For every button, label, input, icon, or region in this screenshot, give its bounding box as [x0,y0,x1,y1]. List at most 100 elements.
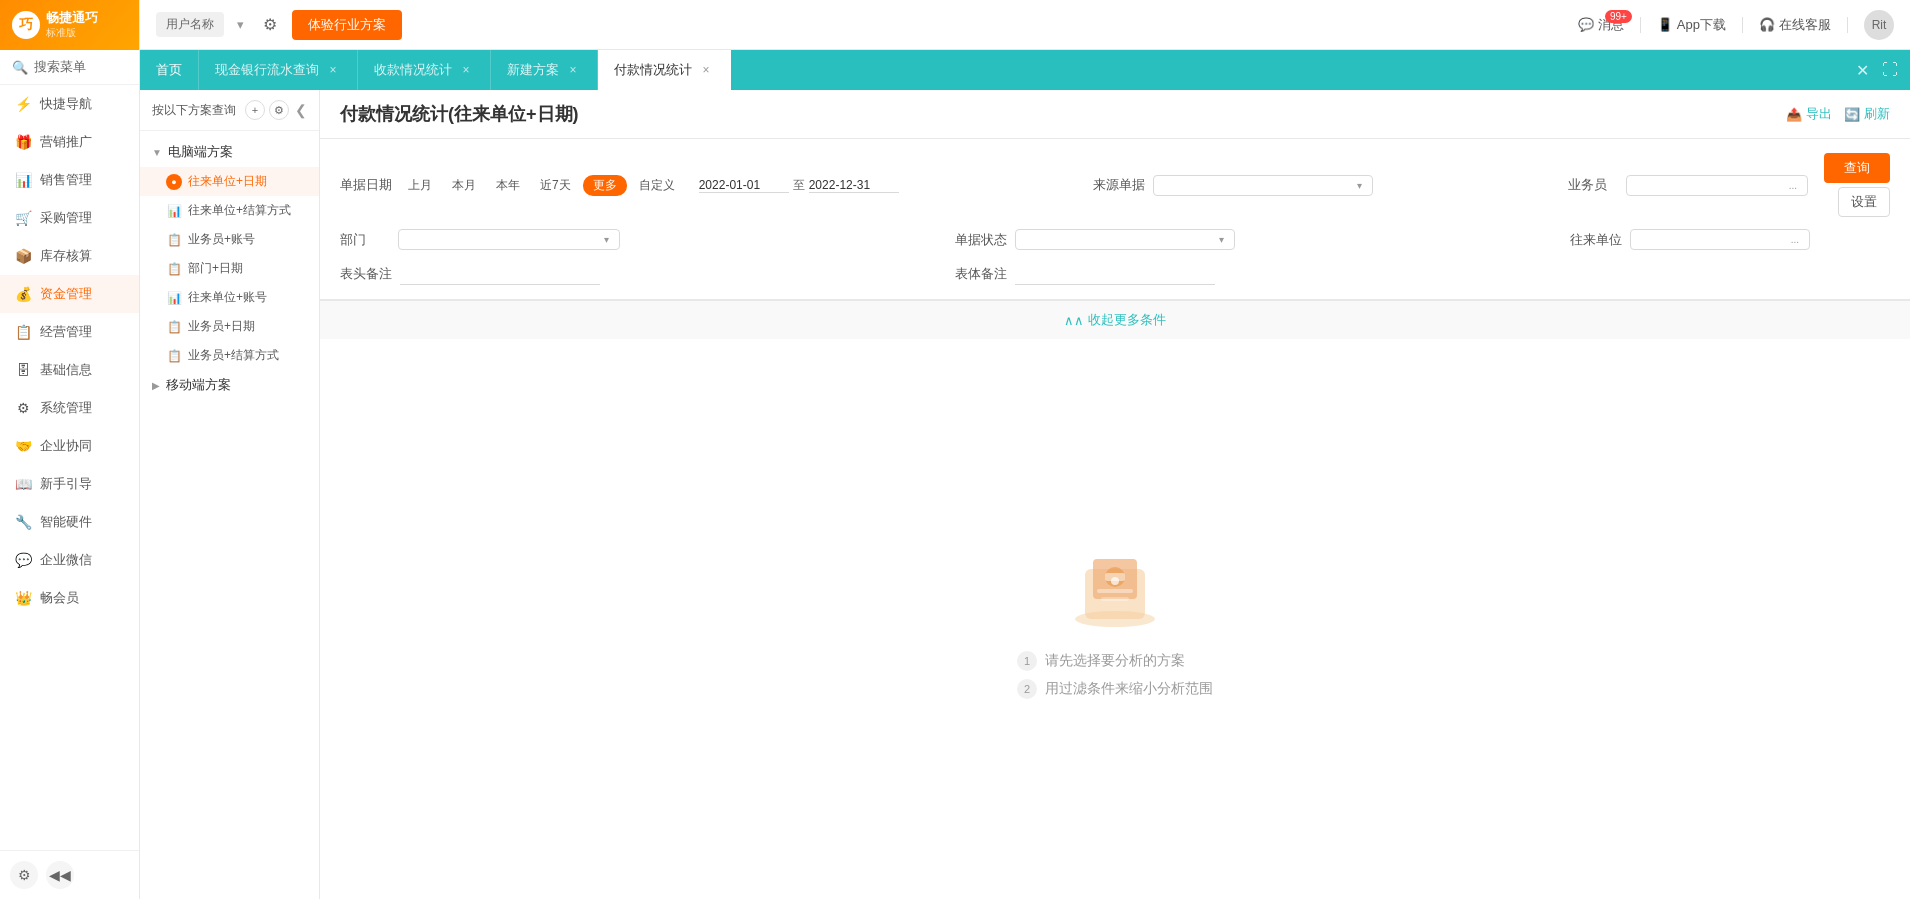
tabbar-controls: ✕ ⛶ [1842,50,1910,90]
sidebar-item-guide[interactable]: 📖新手引导 [0,465,139,503]
collapse-label: 收起更多条件 [1088,311,1166,329]
scheme-panel-header: 按以下方案查询 + ⚙ ❮ [140,90,319,131]
refresh-btn[interactable]: 🔄 刷新 [1844,105,1890,123]
tab-bank-close[interactable]: × [325,62,341,78]
date-opt-custom[interactable]: 自定义 [631,175,683,196]
tab-collect-close[interactable]: × [458,62,474,78]
query-btn[interactable]: 查询 [1824,153,1890,183]
tab-bank[interactable]: 现金银行流水查询 × [199,50,358,90]
date-opt-more[interactable]: 更多 [583,175,627,196]
svg-rect-6 [1101,597,1129,601]
sidebar-icon-guide: 📖 [14,475,32,493]
scheme-item-0[interactable]: ● 往来单位+日期 [140,167,319,196]
date-opt-last-month[interactable]: 上月 [400,175,440,196]
tab-collect[interactable]: 收款情况统计 × [358,50,491,90]
topbar-gear-btn[interactable]: ⚙ [256,11,284,39]
partner-select[interactable]: ... [1630,229,1810,250]
scheme-desktop-group-header[interactable]: ▼ 电脑端方案 [140,137,319,167]
body-note-label: 表体备注 [955,265,1007,283]
scheme-add-btn[interactable]: + [245,100,265,120]
settings-footer-btn[interactable]: ⚙ [10,861,38,889]
doc-status-label: 单据状态 [955,231,1007,249]
scheme-item-1[interactable]: 📊 往来单位+结算方式 [140,196,319,225]
scheme-item-5[interactable]: 📋 业务员+日期 [140,312,319,341]
sidebar-item-basic[interactable]: 🗄基础信息 [0,351,139,389]
sidebar-item-purchase[interactable]: 🛒采购管理 [0,199,139,237]
sidebar-icon-business: 📋 [14,323,32,341]
message-icon: 💬 [1578,17,1594,32]
tab-new-plan-close[interactable]: × [565,62,581,78]
scheme-settings-btn[interactable]: ⚙ [269,100,289,120]
tab-close-all-btn[interactable]: ✕ [1850,58,1874,82]
sidebar-item-enterprise[interactable]: 🤝企业协同 [0,427,139,465]
trial-btn[interactable]: 体验行业方案 [292,10,402,40]
sidebar-item-business[interactable]: 📋 经营管理 [0,313,139,351]
doc-status-select[interactable]: ▾ [1015,229,1235,250]
scheme-item-label-2: 业务员+账号 [188,231,255,248]
scheme-item-3[interactable]: 📋 部门+日期 [140,254,319,283]
dept-select[interactable]: ▾ [398,229,620,250]
sidebar-icon-shortcut: ⚡ [14,95,32,113]
sidebar-item-system[interactable]: ⚙系统管理 [0,389,139,427]
sidebar-item-inventory[interactable]: 📦库存核算 [0,237,139,275]
avatar[interactable]: Rit [1864,10,1894,40]
export-btn[interactable]: 📤 导出 [1786,105,1832,123]
date-range-end[interactable] [809,178,899,193]
sidebar-item-hardware[interactable]: 🔧智能硬件 [0,503,139,541]
filter-area: 单据日期 上月 本月 本年 近7天 更多 自定义 至 [320,139,1910,300]
scheme-item-label-4: 往来单位+账号 [188,289,267,306]
app-name-area: 畅捷通巧 标准版 [46,10,98,40]
sidebar-item-wechat[interactable]: 💬企业微信 [0,541,139,579]
desktop-group-arrow: ▼ [152,147,162,158]
export-icon: 📤 [1786,107,1802,122]
app-logo: 巧 [12,11,40,39]
filter-settings-btn[interactable]: 设置 [1838,187,1890,217]
divider2 [1742,17,1743,33]
user-dropdown-btn[interactable]: ▾ [232,17,248,33]
scheme-item-6[interactable]: 📋 业务员+结算方式 [140,341,319,370]
scheme-mobile-group-header[interactable]: ▶ 移动端方案 [140,370,319,400]
scheme-item-label-5: 业务员+日期 [188,318,255,335]
date-range-start[interactable] [699,178,789,193]
date-opt-7days[interactable]: 近7天 [532,175,579,196]
sidebar-label-enterprise: 企业协同 [40,437,92,455]
app-download-btn[interactable]: 📱 App下载 [1657,16,1726,34]
user-name: 用户名称 [166,16,214,33]
scheme-panel-title: 按以下方案查询 [152,102,239,119]
export-label: 导出 [1806,105,1832,123]
search-menu[interactable]: 🔍 搜索菜单 [0,50,139,85]
scheme-item-4[interactable]: 📊 往来单位+账号 [140,283,319,312]
sidebar-item-marketing[interactable]: 🎁营销推广 [0,123,139,161]
collapse-more-btn[interactable]: ∧∧ 收起更多条件 [1052,307,1178,333]
tab-fullscreen-btn[interactable]: ⛶ [1878,58,1902,82]
date-opt-this-year[interactable]: 本年 [488,175,528,196]
message-btn[interactable]: 💬 消息 99+ [1578,16,1624,34]
tab-new-plan[interactable]: 新建方案 × [491,50,598,90]
tab-home[interactable]: 首页 [140,50,199,90]
sidebar-label-business: 经营管理 [40,323,92,341]
source-doc-select[interactable]: ▾ [1153,175,1373,196]
body-note-input[interactable] [1015,262,1215,285]
sidebar-item-finance[interactable]: 💰资金管理 [0,275,139,313]
date-opt-this-month[interactable]: 本月 [444,175,484,196]
online-service-btn[interactable]: 🎧 在线客服 [1759,16,1831,34]
filter-row-3: 表头备注 表体备注 [340,262,1890,285]
tab-pay-stat-close[interactable]: × [698,62,714,78]
sidebar-icon-marketing: 🎁 [14,133,32,151]
scheme-item-2[interactable]: 📋 业务员+账号 [140,225,319,254]
scheme-panel-actions: + ⚙ [245,100,289,120]
scheme-panel-collapse-btn[interactable]: ❮ [295,102,307,118]
sidebar-item-member[interactable]: 👑畅会员 [0,579,139,617]
sidebar: 巧 畅捷通巧 标准版 🔍 搜索菜单 ⚡快捷导航🎁营销推广📊销售管理🛒采购管理📦库… [0,0,140,899]
empty-state: 1 请先选择要分析的方案 2 用过滤条件来缩小分析范围 [320,339,1910,899]
sales-rep-select[interactable]: ... [1626,175,1808,196]
tab-new-plan-label: 新建方案 [507,61,559,79]
header-note-input[interactable] [400,262,600,285]
app-name: 畅捷通巧 [46,10,98,26]
sidebar-item-sales[interactable]: 📊销售管理 [0,161,139,199]
collapse-sidebar-btn[interactable]: ◀◀ [46,861,74,889]
user-selector[interactable]: 用户名称 [156,12,224,37]
topbar: 用户名称 ▾ ⚙ 体验行业方案 💬 消息 99+ 📱 App下载 🎧 在线客服 [140,0,1910,50]
tab-pay-stat[interactable]: 付款情况统计 × [598,50,731,90]
sidebar-item-shortcut[interactable]: ⚡快捷导航 [0,85,139,123]
